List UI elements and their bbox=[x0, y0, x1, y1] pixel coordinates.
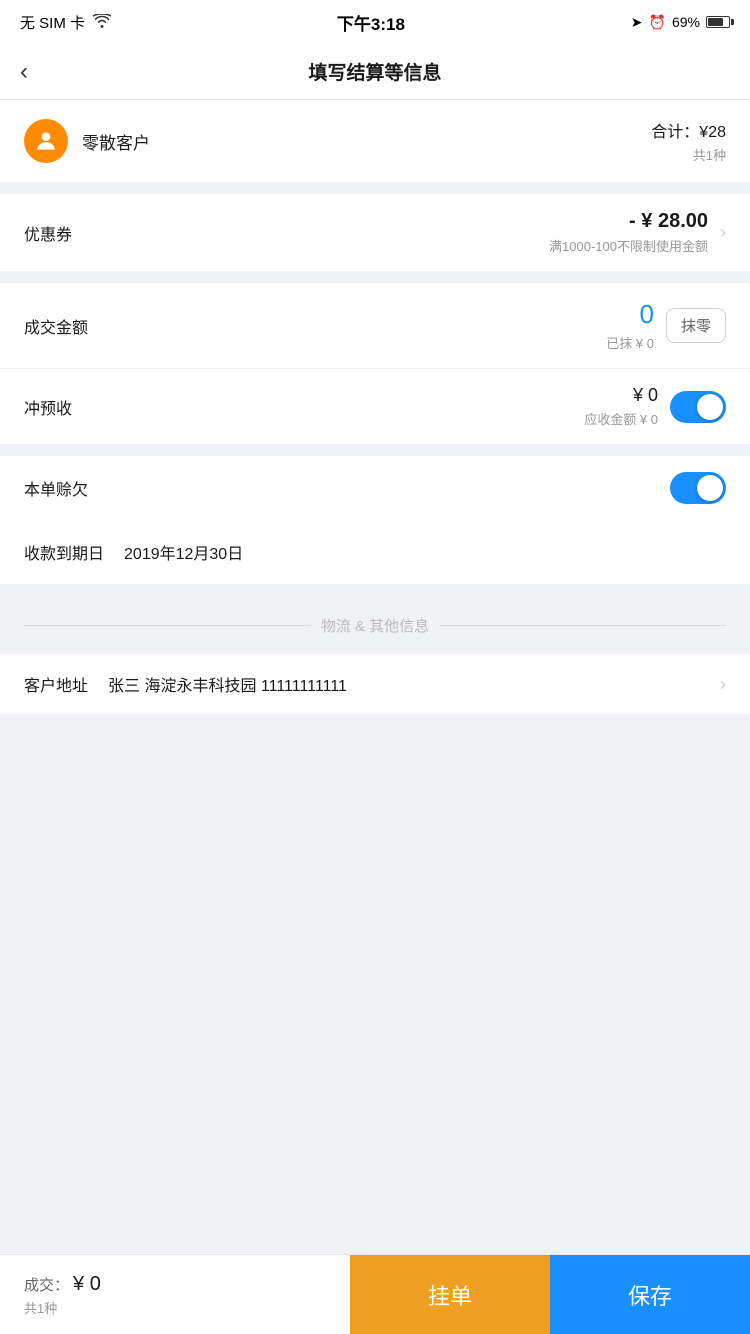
battery-percent: 69% bbox=[672, 14, 700, 30]
nav-bar: ‹ 填写结算等信息 bbox=[0, 44, 750, 100]
address-value: 张三 海淀永丰科技园 11111111111 bbox=[108, 672, 700, 696]
no-sim-label: 无 SIM 卡 bbox=[20, 12, 85, 33]
prepayment-label: 冲预收 bbox=[24, 395, 72, 419]
due-date-label: 收款到期日 bbox=[24, 540, 104, 564]
customer-count: 共1种 bbox=[651, 145, 726, 164]
coupon-sub: 满1000-100不限制使用金额 bbox=[549, 236, 708, 255]
chevron-right-icon: › bbox=[720, 222, 726, 243]
customer-left: 零散客户 bbox=[24, 119, 150, 163]
save-button[interactable]: 保存 bbox=[550, 1255, 750, 1334]
coupon-section: 优惠券 - ¥ 28.00 满1000-100不限制使用金额 › bbox=[0, 194, 750, 271]
bottom-amount: ¥ 0 bbox=[73, 1273, 101, 1296]
debt-toggle-knob bbox=[697, 475, 723, 501]
customer-section: 零散客户 合计：¥28 共1种 bbox=[0, 100, 750, 182]
address-chevron-icon: › bbox=[720, 674, 726, 695]
prepayment-value-area: ¥ 0 应收金额 ¥ 0 bbox=[584, 385, 658, 428]
customer-total: 合计：¥28 bbox=[651, 118, 726, 142]
prepayment-toggle[interactable] bbox=[670, 391, 726, 423]
transaction-amount-right: 已抹 ¥ 0 抹零 bbox=[319, 299, 726, 352]
bottom-transaction-label: 成交： bbox=[24, 1274, 69, 1295]
debt-label: 本单赊欠 bbox=[24, 476, 88, 500]
transaction-section: 成交金额 已抹 ¥ 0 抹零 冲预收 ¥ 0 应收金额 ¥ 0 bbox=[0, 283, 750, 444]
round-zero-button[interactable]: 抹零 bbox=[666, 308, 726, 343]
bottom-transaction-line: 成交： ¥ 0 bbox=[24, 1273, 350, 1296]
battery-icon bbox=[706, 16, 730, 28]
transaction-value-area: 已抹 ¥ 0 bbox=[319, 299, 654, 352]
content: 零散客户 合计：¥28 共1种 优惠券 - ¥ 28.00 满1000-100不… bbox=[0, 100, 750, 1016]
empty-area bbox=[0, 726, 750, 926]
hang-order-button[interactable]: 挂单 bbox=[350, 1255, 550, 1334]
wifi-icon bbox=[93, 14, 111, 31]
transaction-amount-input[interactable] bbox=[319, 299, 654, 330]
toggle-knob bbox=[697, 394, 723, 420]
address-row[interactable]: 客户地址 张三 海淀永丰科技园 11111111111 › bbox=[0, 654, 750, 714]
debt-row: 本单赊欠 bbox=[0, 456, 750, 520]
status-time: 下午3:18 bbox=[337, 10, 405, 35]
customer-name: 零散客户 bbox=[82, 129, 150, 154]
location-icon: ➤ bbox=[631, 14, 643, 31]
bottom-info: 成交： ¥ 0 共1种 bbox=[0, 1273, 350, 1317]
back-button[interactable]: ‹ bbox=[20, 58, 28, 86]
coupon-right: - ¥ 28.00 满1000-100不限制使用金额 › bbox=[549, 210, 726, 255]
status-left: 无 SIM 卡 bbox=[20, 12, 111, 33]
prepayment-sub: 应收金额 ¥ 0 bbox=[584, 409, 658, 428]
due-date-row: 收款到期日 2019年12月30日 bbox=[0, 520, 750, 585]
status-bar: 无 SIM 卡 下午3:18 ➤ ⏰ 69% bbox=[0, 0, 750, 44]
coupon-row[interactable]: 优惠券 - ¥ 28.00 满1000-100不限制使用金额 › bbox=[0, 194, 750, 271]
prepayment-right: ¥ 0 应收金额 ¥ 0 bbox=[584, 385, 726, 428]
due-date-value[interactable]: 2019年12月30日 bbox=[124, 540, 243, 564]
debt-toggle[interactable] bbox=[670, 472, 726, 504]
customer-avatar bbox=[24, 119, 68, 163]
address-label: 客户地址 bbox=[24, 672, 88, 696]
coupon-label: 优惠券 bbox=[24, 221, 72, 245]
transaction-amount-row: 成交金额 已抹 ¥ 0 抹零 bbox=[0, 283, 750, 369]
address-section: 客户地址 张三 海淀永丰科技园 11111111111 › bbox=[0, 654, 750, 714]
coupon-value-area: - ¥ 28.00 满1000-100不限制使用金额 bbox=[549, 210, 708, 255]
alarm-icon: ⏰ bbox=[649, 14, 666, 31]
page-title: 填写结算等信息 bbox=[308, 58, 441, 85]
bottom-bar: 成交： ¥ 0 共1种 挂单 保存 bbox=[0, 1254, 750, 1334]
debt-section: 本单赊欠 收款到期日 2019年12月30日 bbox=[0, 456, 750, 585]
logistics-header: 物流 & 其他信息 bbox=[0, 597, 750, 654]
transaction-sub: 已抹 ¥ 0 bbox=[319, 333, 654, 352]
coupon-discount: - ¥ 28.00 bbox=[549, 210, 708, 233]
transaction-amount-label: 成交金额 bbox=[24, 314, 88, 338]
status-right: ➤ ⏰ 69% bbox=[631, 14, 730, 31]
prepayment-value: ¥ 0 bbox=[584, 385, 658, 406]
person-icon bbox=[33, 128, 59, 154]
prepayment-row: 冲预收 ¥ 0 应收金额 ¥ 0 bbox=[0, 369, 750, 444]
logistics-label: 物流 & 其他信息 bbox=[321, 615, 429, 636]
bottom-count: 共1种 bbox=[24, 1298, 350, 1317]
customer-total-area: 合计：¥28 共1种 bbox=[651, 118, 726, 164]
